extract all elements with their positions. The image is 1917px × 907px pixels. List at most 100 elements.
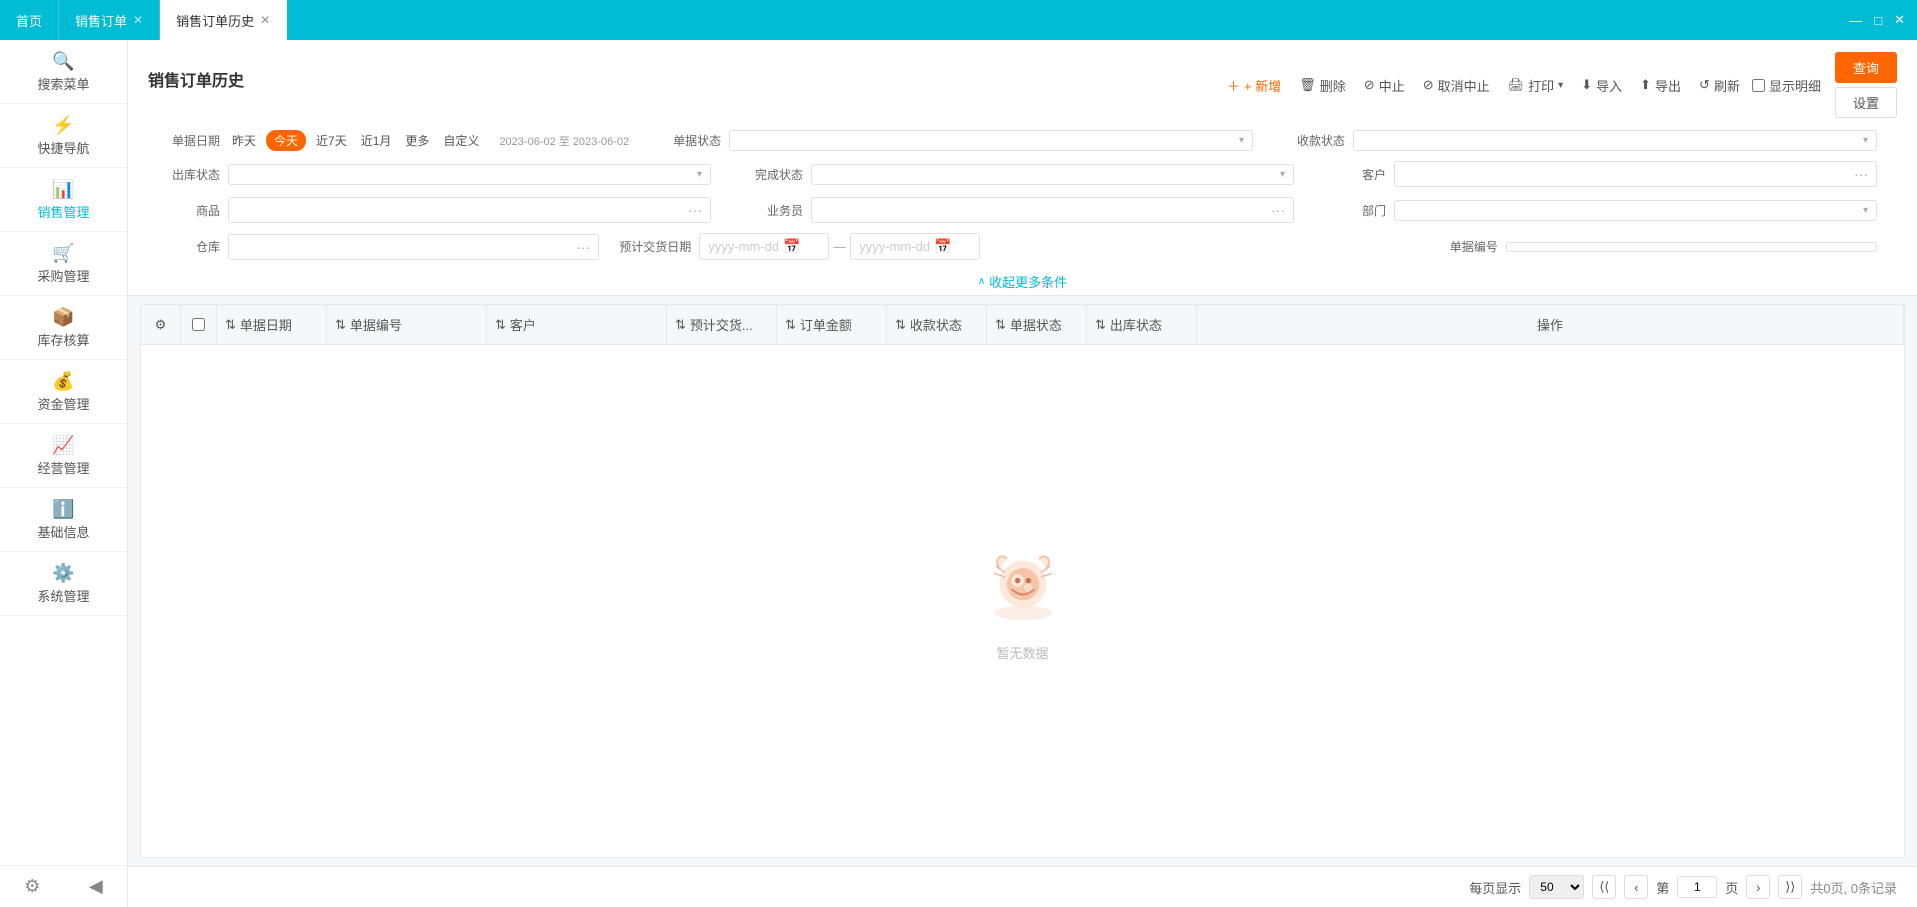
doc-no-input[interactable] (1506, 242, 1877, 252)
purchase-icon: 🛒 (52, 244, 74, 262)
cancel-stop-btn[interactable]: ⊘ 取消中止 (1417, 72, 1496, 99)
print-icon: 🖨 (1508, 77, 1525, 93)
export-btn[interactable]: ⬆ 导出 (1634, 72, 1687, 99)
finance-icon: 💰 (52, 372, 74, 390)
sales-icon: 📊 (52, 180, 74, 198)
table-header: ⚙ ⇅ 单据日期 ⇅ 单据编号 ⇅ 客户 ⇅ (141, 305, 1904, 345)
setting-button[interactable]: 设置 (1835, 87, 1897, 118)
th-amount[interactable]: ⇅ 订单金额 (777, 305, 887, 344)
first-page-btn[interactable]: ⟨⟨ (1592, 875, 1616, 899)
per-page-select[interactable]: 50 100 200 (1529, 875, 1584, 899)
out-status-label: 出库状态 (148, 166, 228, 183)
warehouse-input[interactable]: ··· (228, 234, 599, 260)
filter-row-1: 单据日期 昨天 今天 近7天 近1月 更多 自定义 2023-06-02 至 2… (148, 130, 1897, 151)
next-page-btn[interactable]: › (1746, 875, 1770, 899)
stop-btn[interactable]: ⊘ 中止 (1358, 72, 1411, 99)
delivery-date-end[interactable]: yyyy-mm-dd 📅 (850, 233, 980, 260)
new-btn[interactable]: ＋ + 新增 (1221, 72, 1287, 99)
th-doc-no[interactable]: ⇅ 单据编号 (327, 305, 487, 344)
warehouse-label: 仓库 (148, 238, 228, 255)
customer-input[interactable]: ··· (1394, 161, 1877, 187)
print-btn[interactable]: 🖨 打印 ▾ (1502, 72, 1570, 99)
complete-status-arrow-icon: ▾ (1280, 169, 1285, 180)
dept-label: 部门 (1314, 202, 1394, 219)
sort-icon-pay: ⇅ (895, 317, 906, 333)
th-doc-status[interactable]: ⇅ 单据状态 (987, 305, 1087, 344)
close-tab-sales-order[interactable]: ✕ (133, 13, 143, 27)
customer-ellipsis-icon: ··· (1854, 166, 1868, 182)
sort-icon-out: ⇅ (1095, 317, 1106, 333)
window-controls: — □ ✕ (1849, 0, 1917, 40)
delivery-date-start[interactable]: yyyy-mm-dd 📅 (699, 233, 829, 260)
sidebar-item-operations[interactable]: 📈 经营管理 (0, 424, 127, 488)
filter-row-2: 出库状态 ▾ 完成状态 ▾ 客户 ··· (148, 161, 1897, 187)
tab-home[interactable]: 首页 (0, 0, 59, 40)
th-pay-status[interactable]: ⇅ 收款状态 (887, 305, 987, 344)
search-menu-icon: 🔍 (52, 52, 74, 70)
page-label: 第 (1656, 878, 1669, 897)
dept-select[interactable]: ▾ (1394, 200, 1877, 221)
date-more[interactable]: 更多 (401, 130, 433, 151)
page-total: 共0页, 0条记录 (1810, 878, 1897, 897)
sidebar-item-sales[interactable]: 📊 销售管理 (0, 168, 127, 232)
per-page-label: 每页显示 (1469, 878, 1521, 897)
sidebar-item-inventory[interactable]: 📦 库存核算 (0, 296, 127, 360)
date-yesterday[interactable]: 昨天 (228, 130, 260, 151)
empty-text: 暂无数据 (996, 643, 1048, 662)
prev-page-btn[interactable]: ‹ (1624, 875, 1648, 899)
sidebar-item-quicknav[interactable]: ⚡ 快捷导航 (0, 104, 127, 168)
collapse-filters-btn[interactable]: ∧ 收起更多条件 (148, 268, 1897, 295)
date-today[interactable]: 今天 (266, 130, 306, 151)
delete-icon: 🗑 (1299, 77, 1316, 93)
refresh-btn[interactable]: ↺ 刷新 (1693, 72, 1746, 99)
close-window-btn[interactable]: ✕ (1894, 12, 1905, 28)
import-btn[interactable]: ⬇ 导入 (1575, 72, 1628, 99)
display-detail-toggle[interactable]: 显示明细 (1752, 76, 1821, 95)
maximize-btn[interactable]: □ (1874, 13, 1882, 28)
operations-icon: 📈 (52, 436, 74, 454)
basics-icon: ℹ️ (52, 500, 74, 518)
tab-sales-order[interactable]: 销售订单 ✕ (59, 0, 160, 40)
page-number-input[interactable] (1677, 876, 1717, 898)
date-dash: — (833, 239, 846, 254)
goods-input[interactable]: ··· (228, 197, 711, 223)
sales-label: 业务员 (731, 202, 811, 219)
quicknav-icon: ⚡ (52, 116, 74, 134)
sidebar-item-finance[interactable]: 💰 资金管理 (0, 360, 127, 424)
th-checkbox[interactable] (181, 305, 217, 344)
out-status-select[interactable]: ▾ (228, 164, 711, 185)
sidebar-settings-icon[interactable]: ⚙ (24, 876, 40, 897)
th-doc-date[interactable]: ⇅ 单据日期 (217, 305, 327, 344)
date-1month[interactable]: 近1月 (357, 130, 396, 151)
sales-input[interactable]: ··· (811, 197, 1294, 223)
sort-icon-delivery: ⇅ (675, 317, 686, 333)
pay-status-select[interactable]: ▾ (1353, 130, 1877, 151)
display-detail-checkbox[interactable] (1752, 79, 1765, 92)
doc-status-select[interactable]: ▾ (729, 130, 1253, 151)
top-tab-bar: 首页 销售订单 ✕ 销售订单历史 ✕ — □ ✕ (0, 0, 1917, 40)
content-area: 销售订单历史 ＋ + 新增 🗑 删除 ⊘ 中止 ⊘ (128, 40, 1917, 907)
close-tab-history[interactable]: ✕ (260, 13, 270, 27)
doc-status-label: 单据状态 (649, 132, 729, 149)
doc-status-arrow-icon: ▾ (1239, 135, 1244, 146)
filter-row-3: 商品 ··· 业务员 ··· 部门 ▾ (148, 197, 1897, 223)
th-settings[interactable]: ⚙ (141, 305, 181, 344)
sidebar-item-search[interactable]: 🔍 搜索菜单 (0, 40, 127, 104)
th-out-status[interactable]: ⇅ 出库状态 (1087, 305, 1197, 344)
filter-row-4: 仓库 ··· 预计交货日期 yyyy-mm-dd 📅 — yyyy-mm-dd … (148, 233, 1897, 260)
tab-sales-order-history[interactable]: 销售订单历史 ✕ (160, 0, 287, 40)
last-page-btn[interactable]: ⟩⟩ (1778, 875, 1802, 899)
th-customer[interactable]: ⇅ 客户 (487, 305, 667, 344)
sidebar-item-system[interactable]: ⚙️ 系统管理 (0, 552, 127, 616)
query-button[interactable]: 查询 (1835, 52, 1897, 83)
select-all-checkbox[interactable] (192, 318, 205, 331)
sidebar-item-purchase[interactable]: 🛒 采购管理 (0, 232, 127, 296)
date-7days[interactable]: 近7天 (312, 130, 351, 151)
th-delivery[interactable]: ⇅ 预计交货... (667, 305, 777, 344)
sidebar-item-basics[interactable]: ℹ️ 基础信息 (0, 488, 127, 552)
delete-btn[interactable]: 🗑 删除 (1293, 72, 1352, 99)
date-custom[interactable]: 自定义 (439, 130, 483, 151)
minimize-btn[interactable]: — (1849, 13, 1862, 28)
sidebar-collapse-icon[interactable]: ◀ (89, 876, 103, 897)
complete-status-select[interactable]: ▾ (811, 164, 1294, 185)
